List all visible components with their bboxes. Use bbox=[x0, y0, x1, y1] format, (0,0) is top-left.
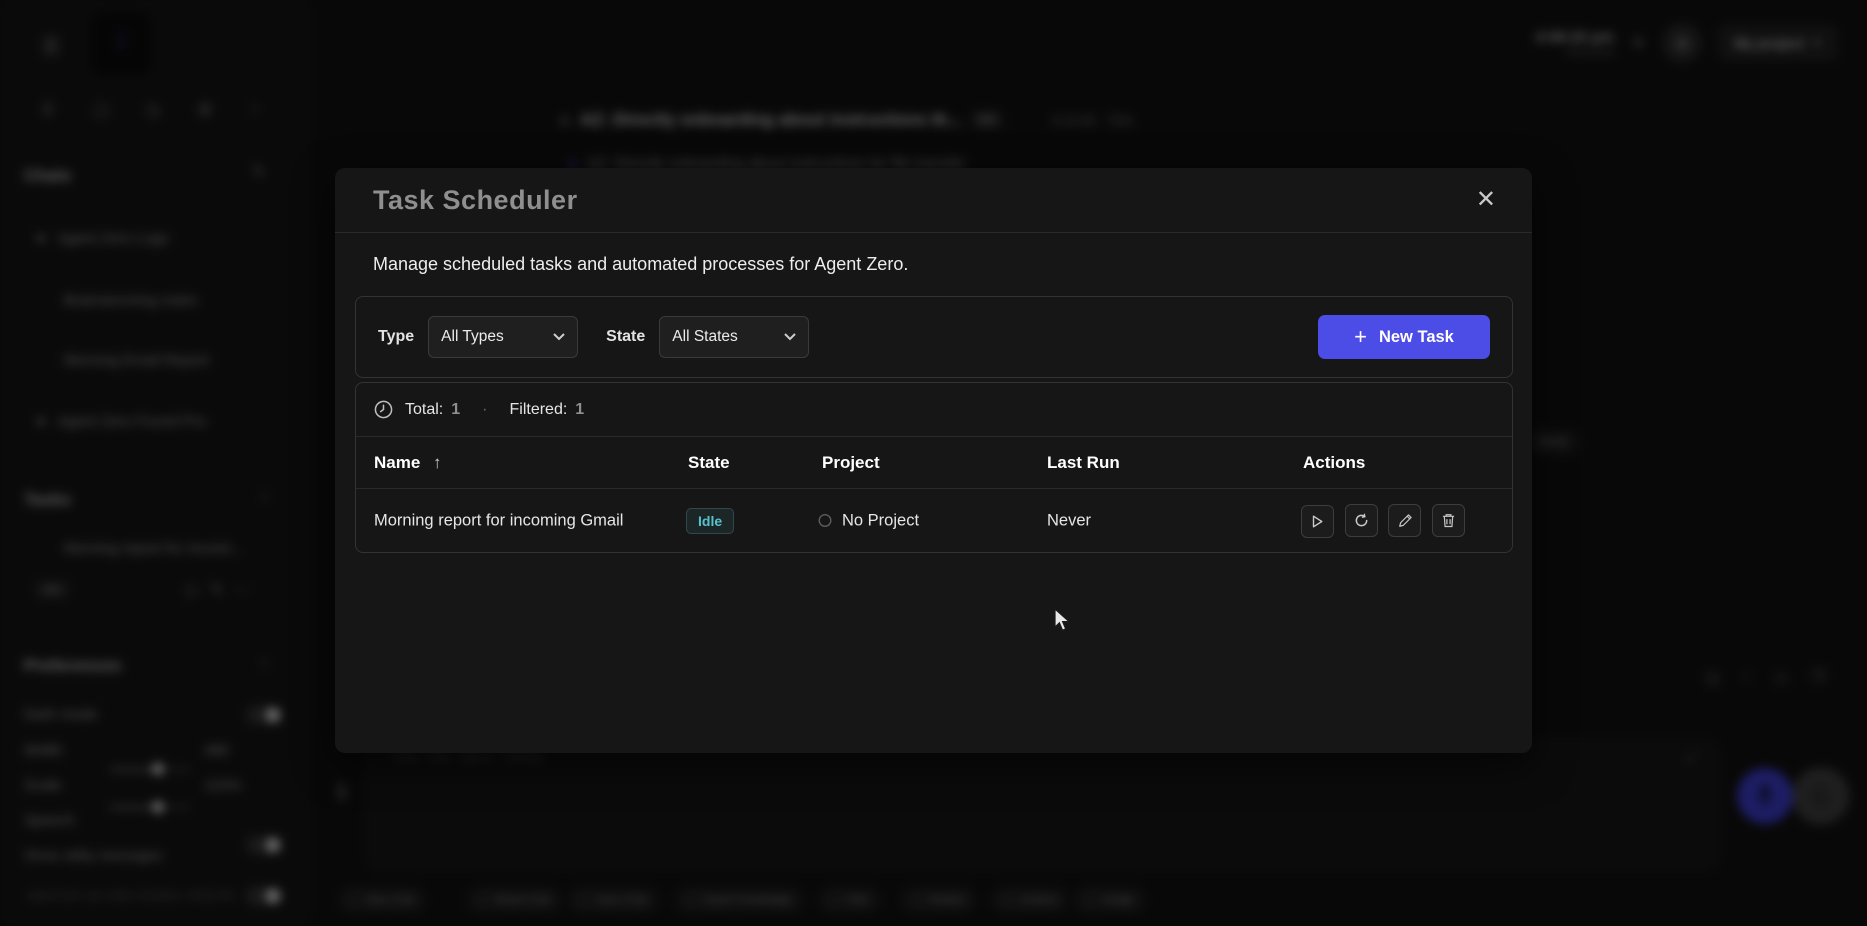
modal-header: Task Scheduler ✕ bbox=[335, 168, 1532, 233]
refresh-icon bbox=[1354, 513, 1369, 528]
task-name: Morning report for incoming Gmail bbox=[374, 511, 623, 530]
table-header-row: Name ↑ State Project Last Run Actions bbox=[356, 437, 1512, 489]
run-task-button[interactable] bbox=[1301, 505, 1334, 538]
state-select-value: All States bbox=[672, 328, 737, 346]
state-select[interactable]: All States bbox=[659, 316, 809, 358]
reload-task-button[interactable] bbox=[1345, 504, 1378, 537]
type-filter-label: Type bbox=[378, 328, 414, 346]
pencil-icon bbox=[1398, 514, 1412, 528]
column-header-last-run[interactable]: Last Run bbox=[1047, 453, 1120, 473]
clock-icon bbox=[374, 400, 393, 419]
modal-description: Manage scheduled tasks and automated pro… bbox=[373, 254, 908, 275]
close-icon[interactable]: ✕ bbox=[1476, 188, 1496, 212]
edit-task-button[interactable] bbox=[1388, 504, 1421, 537]
column-header-name[interactable]: Name ↑ bbox=[374, 453, 442, 473]
new-task-button[interactable]: + New Task bbox=[1318, 315, 1490, 359]
state-filter-label: State bbox=[606, 328, 645, 346]
play-icon bbox=[1312, 515, 1323, 528]
chevron-down-icon bbox=[553, 333, 565, 341]
chevron-down-icon bbox=[784, 333, 796, 341]
column-header-actions: Actions bbox=[1303, 453, 1365, 473]
total-label: Total: bbox=[405, 401, 443, 419]
task-last-run: Never bbox=[1047, 511, 1091, 530]
filtered-label: Filtered: bbox=[509, 401, 567, 419]
task-project: No Project bbox=[818, 511, 919, 530]
table-row[interactable]: Morning report for incoming Gmail Idle N… bbox=[356, 489, 1512, 552]
type-select[interactable]: All Types bbox=[428, 316, 578, 358]
delete-task-button[interactable] bbox=[1432, 504, 1465, 537]
column-header-state[interactable]: State bbox=[688, 453, 730, 473]
stats-separator: · bbox=[482, 401, 487, 419]
task-state-badge: Idle bbox=[686, 508, 734, 534]
filtered-value: 1 bbox=[575, 401, 584, 419]
type-select-value: All Types bbox=[441, 328, 504, 346]
stats-row: Total: 1 · Filtered: 1 bbox=[356, 383, 1512, 437]
plus-icon: + bbox=[1354, 326, 1367, 348]
trash-icon bbox=[1442, 513, 1455, 528]
column-header-project[interactable]: Project bbox=[822, 453, 880, 473]
filter-panel: Type All Types State All States + New Ta… bbox=[355, 296, 1513, 378]
total-value: 1 bbox=[451, 401, 460, 419]
sort-ascending-icon: ↑ bbox=[433, 453, 442, 472]
task-actions bbox=[1301, 504, 1471, 538]
modal-title: Task Scheduler bbox=[373, 185, 578, 216]
tasks-table-panel: Total: 1 · Filtered: 1 Name ↑ State Proj… bbox=[355, 382, 1513, 553]
task-scheduler-modal: Task Scheduler ✕ Manage scheduled tasks … bbox=[335, 168, 1532, 753]
new-task-label: New Task bbox=[1379, 328, 1454, 347]
project-circle-icon bbox=[818, 514, 832, 528]
